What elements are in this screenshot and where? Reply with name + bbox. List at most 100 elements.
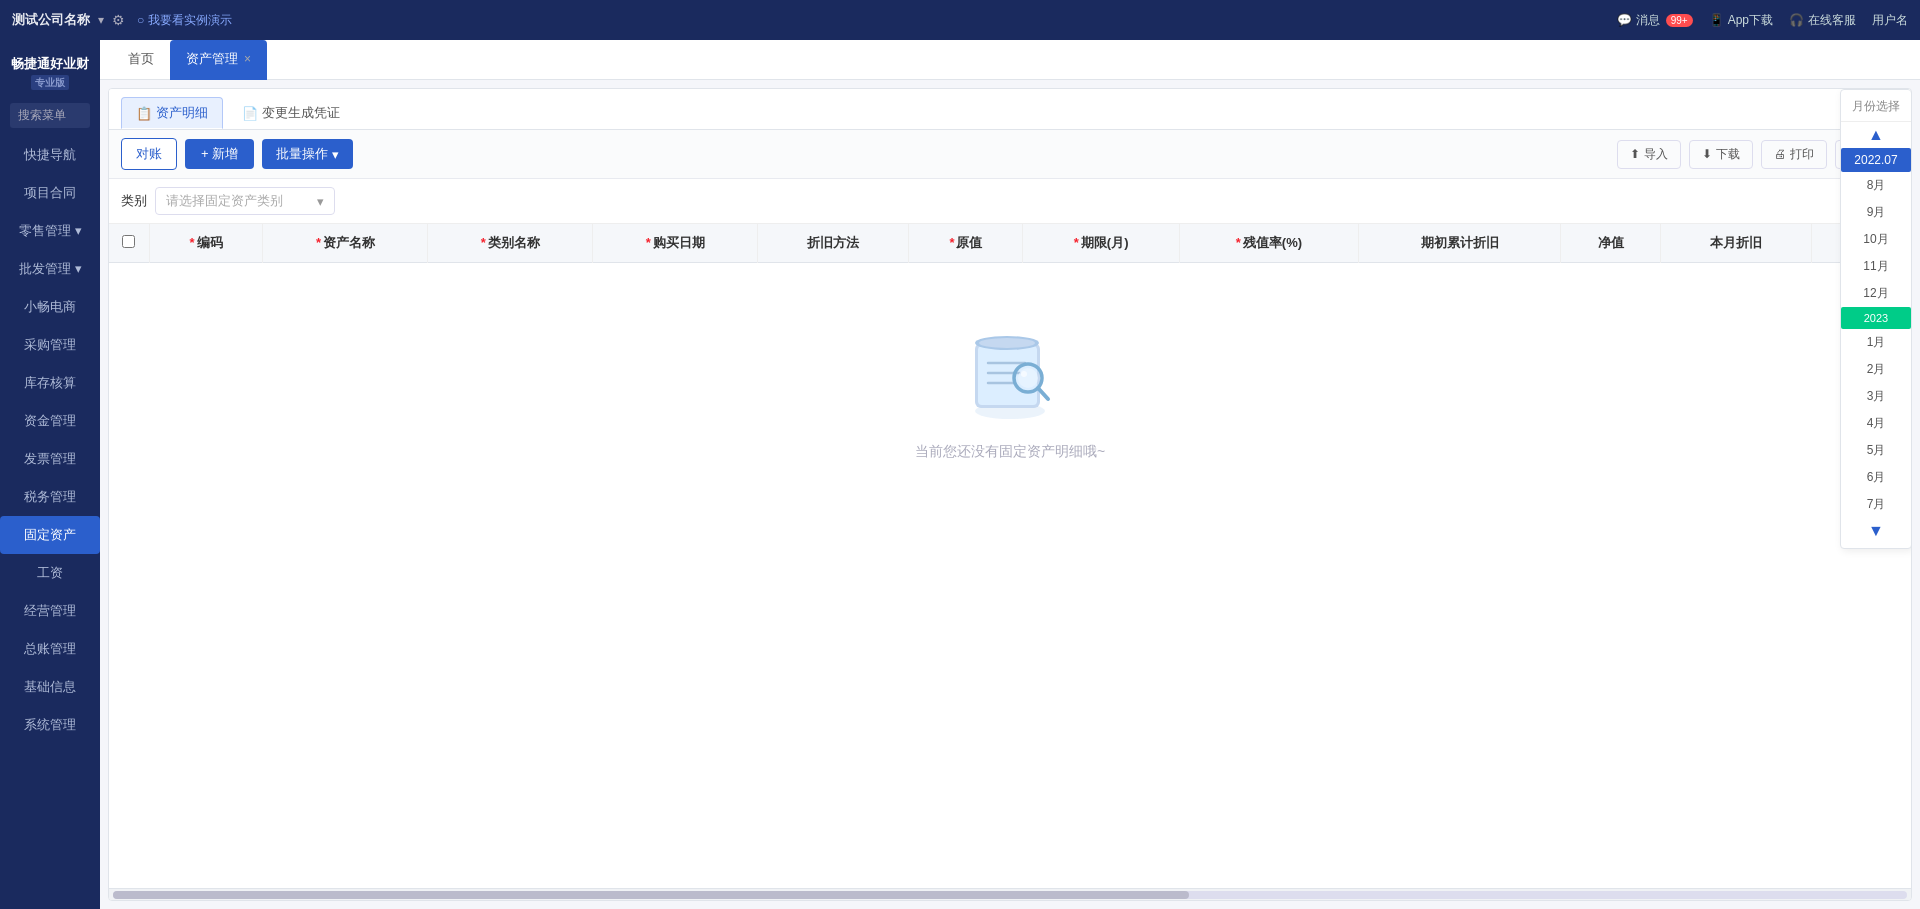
month-item-2[interactable]: 2月	[1841, 356, 1911, 383]
batch-ops-label: 批量操作	[276, 145, 328, 163]
sidebar-item-quick-nav[interactable]: 快捷导航	[0, 136, 100, 174]
sidebar-item-inventory[interactable]: 库存核算	[0, 364, 100, 402]
col-category: *类别名称	[428, 224, 593, 263]
col-residual-rate: *残值率(%)	[1179, 224, 1358, 263]
download-button[interactable]: ⬇ 下载	[1689, 140, 1753, 169]
svg-point-9	[1018, 368, 1038, 388]
demo-label: 我要看实例演示	[148, 12, 232, 29]
import-button[interactable]: ⬆ 导入	[1617, 140, 1681, 169]
reconcile-button[interactable]: 对账	[121, 138, 177, 170]
tab-asset-mgmt[interactable]: 资产管理 ×	[170, 40, 267, 80]
svg-point-11	[1021, 371, 1027, 377]
sidebar-item-wholesale[interactable]: 批发管理 ▾	[0, 250, 100, 288]
demo-circle-icon: ○	[137, 13, 144, 27]
filter-bar: 类别 请选择固定资产类别 ▾	[109, 179, 1911, 224]
add-button[interactable]: + 新增	[185, 139, 254, 169]
app-icon: 📱	[1709, 13, 1724, 27]
month-item-9[interactable]: 9月	[1841, 199, 1911, 226]
empty-illustration	[950, 323, 1070, 423]
month-nav-up[interactable]: ▲	[1864, 122, 1888, 148]
sidebar-item-management[interactable]: 经营管理	[0, 592, 100, 630]
user-btn[interactable]: 用户名	[1872, 12, 1908, 29]
table-wrap: *编码 *资产名称 *类别名称 *购买日期 折旧方法 *原值 *期限(月) *残…	[109, 224, 1911, 888]
sidebar-item-salary[interactable]: 工资	[0, 554, 100, 592]
sidebar-item-invoice[interactable]: 发票管理	[0, 440, 100, 478]
tab-close-icon[interactable]: ×	[244, 52, 251, 66]
sub-tab-change-voucher[interactable]: 📄 变更生成凭证	[227, 97, 355, 129]
user-name: 用户名	[1872, 12, 1908, 29]
batch-ops-button[interactable]: 批量操作 ▾	[262, 139, 353, 169]
page-inner: 📋 资产明细 📄 变更生成凭证 对账 + 新增 批量操作 ▾ ⬆	[108, 88, 1912, 901]
month-item-10[interactable]: 10月	[1841, 226, 1911, 253]
sidebar-item-tax[interactable]: 税务管理	[0, 478, 100, 516]
category-select[interactable]: 请选择固定资产类别 ▾	[155, 187, 335, 215]
settings-icon[interactable]: ⚙	[112, 12, 125, 28]
sub-tabs: 📋 资产明细 📄 变更生成凭证	[109, 89, 1911, 130]
message-icon: 💬	[1617, 13, 1632, 27]
month-item-11[interactable]: 11月	[1841, 253, 1911, 280]
sidebar-item-ledger[interactable]: 总账管理	[0, 630, 100, 668]
category-filter-label: 类别	[121, 192, 147, 210]
sidebar-item-retail[interactable]: 零售管理 ▾	[0, 212, 100, 250]
month-nav-down[interactable]: ▼	[1864, 518, 1888, 544]
year-2023-marker: 2023	[1841, 307, 1911, 329]
search-menu-btn[interactable]: 搜索菜单	[10, 103, 90, 128]
col-original-value: *原值	[909, 224, 1023, 263]
sidebar-item-purchase[interactable]: 采购管理	[0, 326, 100, 364]
import-label: 导入	[1644, 146, 1668, 163]
app-download-btn[interactable]: 📱 App下载	[1709, 12, 1773, 29]
download-label: 下载	[1716, 146, 1740, 163]
toolbar: 对账 + 新增 批量操作 ▾ ⬆ 导入 ⬇ 下载 🖨	[109, 130, 1911, 179]
change-voucher-label: 变更生成凭证	[262, 104, 340, 122]
sub-tab-asset-detail[interactable]: 📋 资产明细	[121, 97, 223, 129]
sidebar-item-system[interactable]: 系统管理	[0, 706, 100, 744]
month-item-3[interactable]: 3月	[1841, 383, 1911, 410]
company-name: 测试公司名称	[12, 11, 90, 29]
sidebar-item-finance[interactable]: 资金管理	[0, 402, 100, 440]
top-bar: 测试公司名称 ▾ ⚙ ○ 我要看实例演示 💬 消息 99+ 📱 App下载 🎧 …	[0, 0, 1920, 40]
company-dropdown-icon[interactable]: ▾	[98, 13, 104, 27]
select-all-checkbox[interactable]	[122, 235, 135, 248]
demo-link[interactable]: ○ 我要看实例演示	[137, 12, 232, 29]
month-item-7[interactable]: 7月	[1841, 491, 1911, 518]
category-dropdown-icon: ▾	[317, 194, 324, 209]
month-item-6[interactable]: 6月	[1841, 464, 1911, 491]
month-item-8[interactable]: 8月	[1841, 172, 1911, 199]
month-item-4[interactable]: 4月	[1841, 410, 1911, 437]
tab-bar: 首页 资产管理 ×	[100, 40, 1920, 80]
download-icon: ⬇	[1702, 147, 1712, 161]
asset-detail-label: 资产明细	[156, 104, 208, 122]
app-name: 畅捷通好业财	[11, 56, 89, 73]
month-item-1[interactable]: 1月	[1841, 329, 1911, 356]
col-name: *资产名称	[263, 224, 428, 263]
print-button[interactable]: 🖨 打印	[1761, 140, 1827, 169]
wholesale-expand-icon: ▾	[75, 261, 82, 276]
col-purchase-date: *购买日期	[593, 224, 758, 263]
message-label: 消息	[1636, 12, 1660, 29]
asset-detail-icon: 📋	[136, 106, 152, 121]
online-service-btn[interactable]: 🎧 在线客服	[1789, 12, 1856, 29]
app-edition: 专业版	[31, 75, 69, 90]
batch-dropdown-icon: ▾	[332, 147, 339, 162]
sidebar-item-basics[interactable]: 基础信息	[0, 668, 100, 706]
month-item-12[interactable]: 12月	[1841, 280, 1911, 307]
col-period: *期限(月)	[1023, 224, 1179, 263]
sidebar-item-fixed-assets[interactable]: 固定资产	[0, 516, 100, 554]
asset-table: *编码 *资产名称 *类别名称 *购买日期 折旧方法 *原值 *期限(月) *残…	[109, 224, 1911, 263]
sidebar-item-project[interactable]: 项目合同	[0, 174, 100, 212]
sidebar-item-ecommerce[interactable]: 小畅电商	[0, 288, 100, 326]
month-item-selected[interactable]: 2022.07	[1841, 148, 1911, 172]
scroll-track	[113, 891, 1907, 899]
month-item-5[interactable]: 5月	[1841, 437, 1911, 464]
col-accumulated-depreciation: 期初累计折旧	[1359, 224, 1561, 263]
message-btn[interactable]: 💬 消息 99+	[1617, 12, 1693, 29]
online-service-label: 在线客服	[1808, 12, 1856, 29]
tab-home[interactable]: 首页	[112, 40, 170, 80]
bottom-scrollbar[interactable]	[109, 888, 1911, 900]
empty-state: 当前您还没有固定资产明细哦~	[109, 263, 1911, 521]
print-label: 打印	[1790, 146, 1814, 163]
scroll-thumb	[113, 891, 1189, 899]
print-icon: 🖨	[1774, 147, 1786, 161]
col-net-value: 净值	[1561, 224, 1661, 263]
content-area: 首页 资产管理 × 📋 资产明细 📄 变更生成凭证 对账	[100, 40, 1920, 909]
